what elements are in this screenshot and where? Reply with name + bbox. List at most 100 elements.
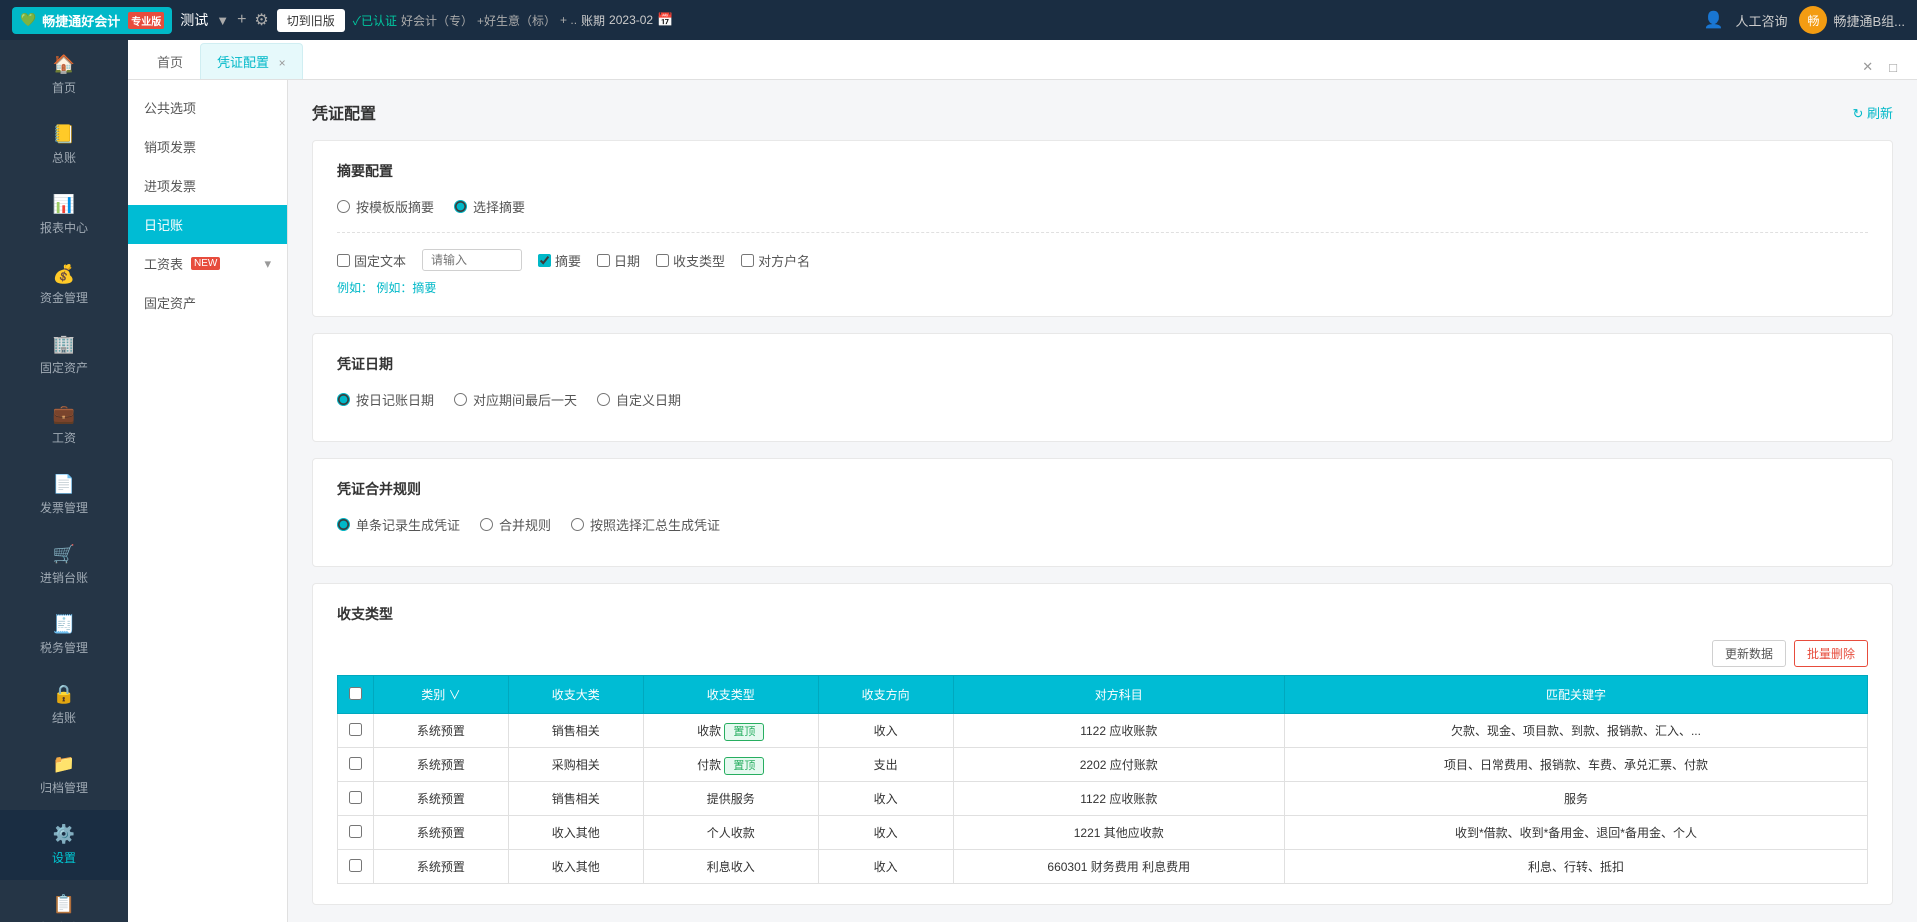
row-checkbox-1[interactable] [349,723,362,736]
chevron-down-icon: ▾ [264,256,271,272]
switch-version-button[interactable]: 切到旧版 [277,9,345,32]
row-checkbox-2[interactable] [349,757,362,770]
tab-close-icon[interactable]: × [279,56,286,70]
radio-select[interactable]: 选择摘要 [454,197,525,216]
radio-journal-date-input[interactable] [337,393,350,406]
cb-fixed-text[interactable]: 固定文本 [337,251,406,270]
table-header-row: 类别 ∨ 收支大类 收支类型 收支方向 对方科目 匹配关键字 [338,676,1868,714]
certified-tag: ✓已认证 [353,12,397,29]
sidebar-item-purchase[interactable]: 🛒 进销台账 [0,530,128,600]
cb-summary[interactable]: 摘要 [538,251,581,270]
select-all-checkbox[interactable] [349,687,362,700]
sidebar-item-salary[interactable]: 💼 工资 [0,390,128,460]
row-checkbox-3[interactable] [349,791,362,804]
radio-select-total-input[interactable] [571,518,584,531]
update-data-button[interactable]: 更新数据 [1712,640,1786,667]
account-tag-2: +好生意（标） [477,12,556,29]
left-nav-journal[interactable]: 日记账 [128,205,287,244]
tab-voucher-config-label: 凭证配置 [217,55,269,70]
left-nav-sales-invoice[interactable]: 销项发票 [128,127,287,166]
sidebar-item-reports[interactable]: 📊 报表中心 [0,180,128,250]
radio-journal-date[interactable]: 按日记账日期 [337,390,434,409]
radio-template[interactable]: 按模板版摘要 [337,197,434,216]
settings-icon[interactable]: ⚙ [254,10,268,30]
th-keywords: 匹配关键字 [1284,676,1867,714]
cb-summary-label: 摘要 [555,251,581,270]
user-area[interactable]: 畅 畅捷通B组... [1799,6,1905,34]
tab-home[interactable]: 首页 [140,43,200,79]
td-checkbox-1 [338,714,374,748]
row-checkbox-4[interactable] [349,825,362,838]
radio-period-last[interactable]: 对应期间最后一天 [454,390,577,409]
sidebar-item-invoice[interactable]: 📄 发票管理 [0,460,128,530]
row-checkbox-5[interactable] [349,859,362,872]
radio-period-last-input[interactable] [454,393,467,406]
radio-select-input[interactable] [454,200,467,213]
cb-counterparty-label: 对方户名 [758,251,810,270]
left-nav-purchase-invoice[interactable]: 进项发票 [128,166,287,205]
add-icon[interactable]: + [237,11,246,29]
sidebar-item-home[interactable]: 🏠 首页 [0,40,128,110]
td-type-2: 付款 置顶 [643,748,818,782]
example-value: 例如：摘要 [376,281,436,295]
refresh-button[interactable]: ↻ 刷新 [1852,103,1893,122]
example-prefix: 例如： [337,281,373,295]
calendar-icon[interactable]: 📅 [657,12,673,28]
batch-delete-button[interactable]: 批量删除 [1794,640,1868,667]
cb-date[interactable]: 日期 [597,251,640,270]
ledger-icon: 📒 [53,124,75,145]
radio-merge-input[interactable] [480,518,493,531]
merge-rules-section: 凭证合并规则 单条记录生成凭证 合并规则 按照选择汇总生成凭证 [312,458,1893,567]
cb-fixed-text-input[interactable] [337,254,350,267]
radio-merge-label: 合并规则 [499,515,551,534]
td-direction-4: 收入 [818,816,953,850]
radio-single[interactable]: 单条记录生成凭证 [337,515,460,534]
avatar: 畅 [1799,6,1827,34]
cb-date-input[interactable] [597,254,610,267]
tab-voucher-config[interactable]: 凭证配置 × [200,43,303,79]
radio-custom-date[interactable]: 自定义日期 [597,390,681,409]
radio-template-input[interactable] [337,200,350,213]
radio-merge[interactable]: 合并规则 [480,515,551,534]
sidebar-item-tax[interactable]: 🧾 税务管理 [0,600,128,670]
td-direction-5: 收入 [818,850,953,884]
preset-tag-2[interactable]: 置顶 [724,757,764,775]
summary-config-section: 摘要配置 按模板版摘要 选择摘要 [312,140,1893,317]
radio-select-total-label: 按照选择汇总生成凭证 [590,515,720,534]
radio-single-input[interactable] [337,518,350,531]
consult-label[interactable]: 人工咨询 [1735,11,1787,30]
sidebar-item-assets[interactable]: 🏢 固定资产 [0,320,128,390]
cb-counterparty[interactable]: 对方户名 [741,251,810,270]
left-nav-fixed-assets[interactable]: 固定资产 [128,283,287,322]
sidebar-item-close[interactable]: 🔒 结账 [0,670,128,740]
period-value: 2023-02 [609,13,653,27]
cb-pay-type-input[interactable] [656,254,669,267]
td-account-1: 1122 应收账款 [953,714,1284,748]
dropdown-arrow-icon[interactable]: ▼ [216,13,229,28]
sidebar-item-funds[interactable]: 💰 资金管理 [0,250,128,320]
td-checkbox-2 [338,748,374,782]
left-nav-public[interactable]: 公共选项 [128,88,287,127]
window-close-icon[interactable]: ✕ [1854,55,1881,79]
table-row: 系统预置 销售相关 收款 置顶 收入 1122 应收账款 欠款、现金、项目款、到… [338,714,1868,748]
window-maximize-icon[interactable]: □ [1881,56,1905,79]
sidebar-label-archive: 归档管理 [40,779,88,796]
radio-custom-date-input[interactable] [597,393,610,406]
left-nav-fixed-assets-label: 固定资产 [144,293,196,312]
preset-tag-1[interactable]: 置顶 [724,723,764,741]
td-direction-3: 收入 [818,782,953,816]
fixed-text-input[interactable] [422,249,522,271]
cb-pay-type[interactable]: 收支类型 [656,251,725,270]
sidebar-item-ledger[interactable]: 📒 总账 [0,110,128,180]
cb-date-label: 日期 [614,251,640,270]
radio-select-total[interactable]: 按照选择汇总生成凭证 [571,515,720,534]
cb-summary-input[interactable] [538,254,551,267]
sidebar-item-settings[interactable]: ⚙️ 设置 [0,810,128,880]
cb-counterparty-input[interactable] [741,254,754,267]
left-nav-payroll[interactable]: 工资表 NEW ▾ [128,244,287,283]
td-type-5: 利息收入 [643,850,818,884]
td-keywords-2: 项目、日常费用、报销款、车费、承兑汇票、付款 [1284,748,1867,782]
sidebar-item-guide[interactable]: 📋 新手引导 [0,880,128,922]
td-keywords-1: 欠款、现金、项目款、到款、报销款、汇入、... [1284,714,1867,748]
sidebar-item-archive[interactable]: 📁 归档管理 [0,740,128,810]
